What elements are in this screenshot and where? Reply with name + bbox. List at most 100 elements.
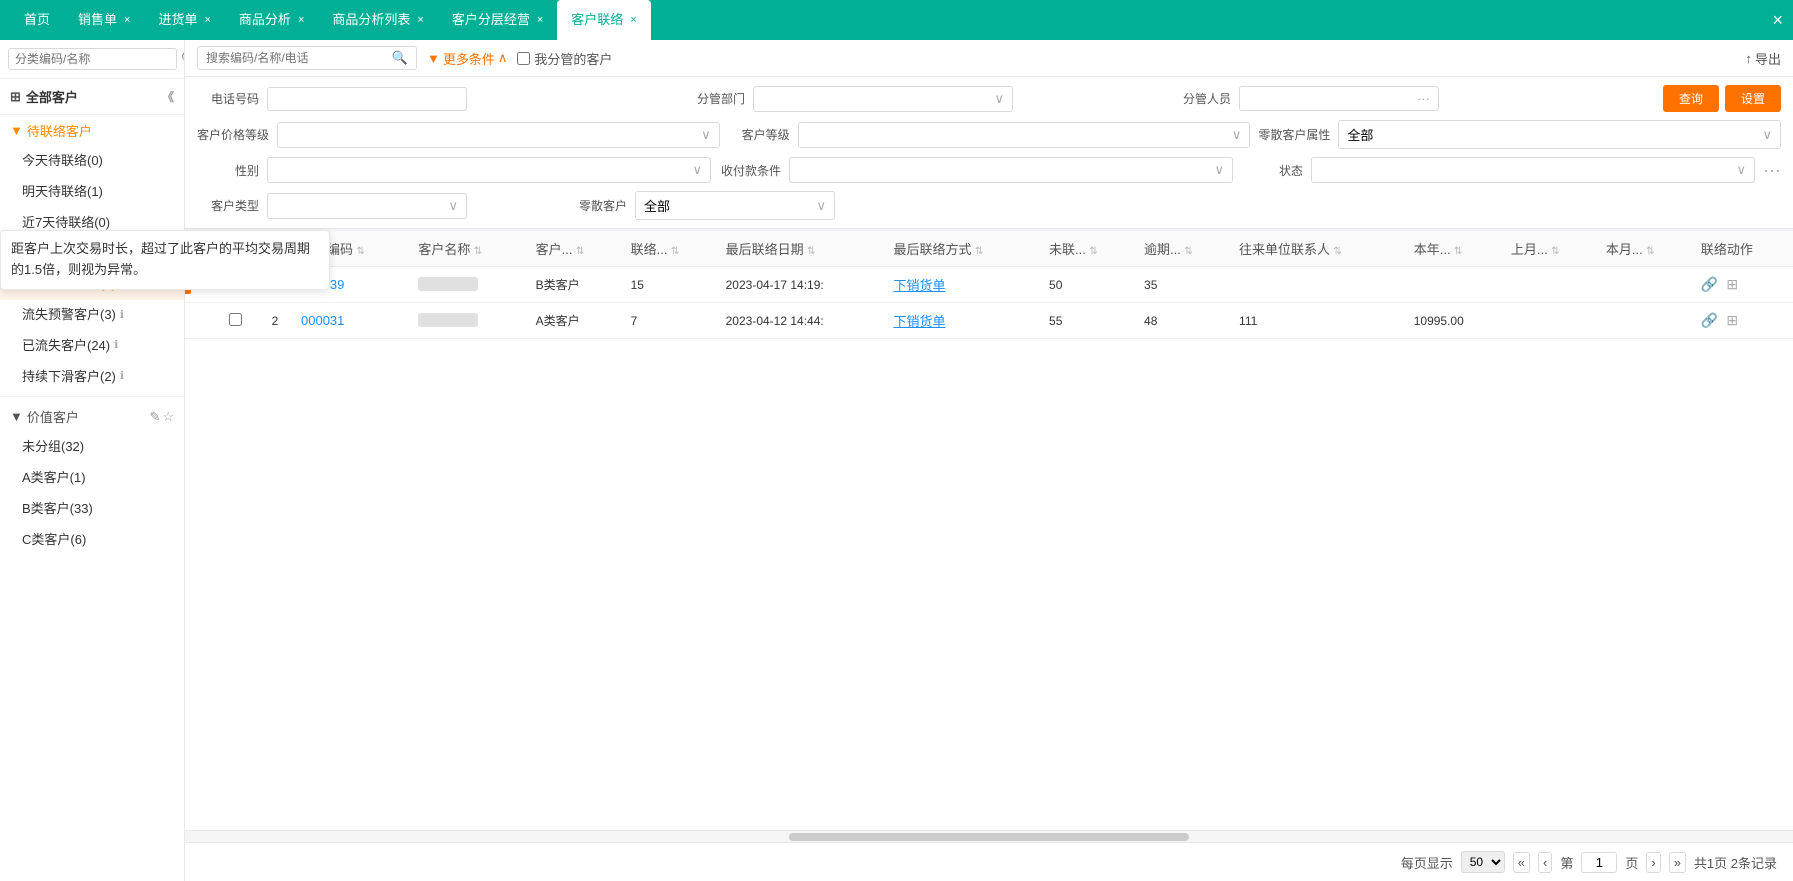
- nav-product-analysis[interactable]: 商品分析 ×: [225, 0, 318, 40]
- next-page-btn[interactable]: ›: [1646, 852, 1660, 873]
- row-name-1[interactable]: [410, 303, 527, 339]
- sort-date-icon[interactable]: ⇅: [807, 246, 815, 257]
- close-product-list-tab[interactable]: ×: [417, 0, 423, 40]
- phone-input[interactable]: [267, 87, 467, 111]
- retail-customer-arrow-icon: ∨: [816, 198, 826, 214]
- retail-customer-cell: 零散客户 全部 ∨: [565, 191, 865, 220]
- sidebar-item-a-class[interactable]: A类客户(1): [0, 463, 184, 494]
- last-page-btn[interactable]: »: [1669, 852, 1686, 873]
- sidebar-item-tomorrow[interactable]: 明天待联络(1): [0, 177, 184, 208]
- settings-btn[interactable]: 设置: [1725, 85, 1781, 112]
- nav-purchase[interactable]: 进货单 ×: [144, 0, 224, 40]
- more-conditions-arrow: ∧: [498, 50, 508, 66]
- row-checkbox-1[interactable]: [229, 313, 242, 326]
- query-btn[interactable]: 查询: [1663, 85, 1719, 112]
- action-link-icon-0[interactable]: 🔗: [1701, 276, 1718, 293]
- customer-type-select[interactable]: ∨: [267, 193, 467, 219]
- sort-overdue-icon[interactable]: ⇅: [1184, 246, 1192, 257]
- pending-contact-title[interactable]: ▼ 待联络客户: [0, 115, 184, 146]
- sort-tmonth-icon[interactable]: ⇅: [1646, 246, 1654, 257]
- customer-type-arrow-icon: ∨: [448, 198, 458, 214]
- sort-code-icon[interactable]: ⇅: [356, 246, 364, 257]
- close-customer-tier-tab[interactable]: ×: [537, 0, 543, 40]
- row-actions-0[interactable]: 🔗 ⊞: [1693, 267, 1793, 303]
- filter-row-4: 客户类型 ∨ 零散客户 全部 ∨: [197, 191, 1781, 220]
- first-page-btn[interactable]: «: [1513, 852, 1530, 873]
- gender-select[interactable]: ∨: [267, 157, 711, 183]
- retail-customer-select[interactable]: 全部 ∨: [635, 191, 835, 220]
- close-all-btn[interactable]: ×: [1772, 10, 1783, 31]
- row-settings-1[interactable]: [185, 303, 221, 339]
- sort-lmonth-icon[interactable]: ⇅: [1551, 246, 1559, 257]
- declining-info-icon[interactable]: ℹ: [120, 368, 124, 386]
- row-overdue-0: 35: [1136, 267, 1231, 303]
- row-last-method-1[interactable]: 下销货单: [885, 303, 1041, 339]
- row-actions-1[interactable]: 🔗 ⊞: [1693, 303, 1793, 339]
- nav-product-list[interactable]: 商品分析列表 ×: [318, 0, 437, 40]
- horizontal-scrollbar[interactable]: [185, 830, 1793, 842]
- value-customers-group[interactable]: ▼ 价值客户 ✎ ☆: [0, 401, 184, 432]
- payment-arrow-icon: ∨: [1214, 162, 1224, 178]
- more-icon[interactable]: ···: [1763, 160, 1781, 181]
- my-customers-checkbox[interactable]: [517, 52, 530, 65]
- close-product-analysis-tab[interactable]: ×: [298, 0, 304, 40]
- retail-attr-select[interactable]: 全部 ∨: [1338, 120, 1781, 149]
- sort-method-icon[interactable]: ⇅: [975, 246, 983, 257]
- sort-year-icon[interactable]: ⇅: [1454, 246, 1462, 257]
- value-group-edit-icon[interactable]: ✎: [149, 409, 160, 425]
- sort-grade-icon[interactable]: ⇅: [576, 246, 584, 257]
- row-last-month-0: [1503, 267, 1598, 303]
- close-purchase-tab[interactable]: ×: [204, 0, 210, 40]
- sidebar-item-unclassified[interactable]: 未分组(32): [0, 432, 184, 463]
- sort-unread-icon[interactable]: ⇅: [1089, 246, 1097, 257]
- nav-home[interactable]: 首页: [10, 0, 64, 40]
- sidebar-item-c-class[interactable]: C类客户(6): [0, 525, 184, 556]
- sidebar-item-today[interactable]: 今天待联络(0): [0, 146, 184, 177]
- status-select[interactable]: ∨: [1311, 157, 1755, 183]
- close-customer-contact-tab[interactable]: ×: [630, 0, 636, 40]
- sort-name-icon[interactable]: ⇅: [474, 246, 482, 257]
- scroll-thumb[interactable]: [789, 833, 1189, 841]
- filter-search-input[interactable]: [206, 51, 388, 65]
- top-nav: 首页 销售单 × 进货单 × 商品分析 × 商品分析列表 × 客户分层经营 × …: [0, 0, 1793, 40]
- action-grid-icon-0[interactable]: ⊞: [1726, 276, 1738, 293]
- branch-dept-select[interactable]: ∨: [753, 86, 1013, 112]
- row-grade-0: B类客户: [528, 267, 623, 303]
- action-link-icon-1[interactable]: 🔗: [1701, 312, 1718, 329]
- sidebar-item-already-lost[interactable]: 已流失客户(24) ℹ: [0, 331, 184, 362]
- my-customers-checkbox-area[interactable]: 我分管的客户: [517, 49, 612, 68]
- prev-page-btn[interactable]: ‹: [1538, 852, 1552, 873]
- already-lost-info-icon[interactable]: ℹ: [114, 337, 118, 355]
- close-sales-tab[interactable]: ×: [124, 0, 130, 40]
- sidebar-item-b-class[interactable]: B类客户(33): [0, 494, 184, 525]
- nav-customer-contact[interactable]: 客户联络 ×: [557, 0, 650, 40]
- branch-person-select[interactable]: ···: [1239, 86, 1439, 111]
- export-btn[interactable]: ↑ 导出: [1745, 49, 1781, 68]
- sort-contact-icon[interactable]: ⇅: [671, 246, 679, 257]
- row-last-method-0[interactable]: 下销货单: [885, 267, 1041, 303]
- sidebar-item-lost-warning[interactable]: 流失预警客户(3) ℹ: [0, 300, 184, 331]
- row-this-year-0: [1406, 267, 1503, 303]
- sidebar-item-declining[interactable]: 持续下滑客户(2) ℹ: [0, 362, 184, 393]
- page-number-input[interactable]: [1581, 852, 1617, 873]
- export-icon: ↑: [1745, 51, 1752, 66]
- sidebar-search-input[interactable]: [8, 48, 177, 70]
- sort-contacts-icon[interactable]: ⇅: [1333, 246, 1341, 257]
- nav-sales[interactable]: 销售单 ×: [64, 0, 144, 40]
- nav-customer-tier[interactable]: 客户分层经营 ×: [438, 0, 557, 40]
- row-name-0[interactable]: [410, 267, 527, 303]
- row-code-1[interactable]: 000031: [293, 303, 410, 339]
- payment-select[interactable]: ∨: [789, 157, 1233, 183]
- sidebar-collapse-btn[interactable]: 《: [162, 88, 174, 105]
- action-grid-icon-1[interactable]: ⊞: [1726, 312, 1738, 329]
- value-group-add-icon[interactable]: ☆: [162, 409, 174, 425]
- price-grade-select[interactable]: ∨: [277, 122, 720, 148]
- per-page-select[interactable]: 50: [1461, 851, 1505, 873]
- row-check-1[interactable]: [221, 303, 257, 339]
- more-conditions-btn[interactable]: ▼ 更多条件 ∧: [427, 49, 507, 68]
- lost-warning-info-icon[interactable]: ℹ: [120, 307, 124, 325]
- customer-grade-select[interactable]: ∨: [798, 122, 1251, 148]
- customer-grade-arrow-icon: ∨: [1232, 127, 1242, 143]
- row-this-year-1: 10995.00: [1406, 303, 1503, 339]
- filter-search-icon[interactable]: 🔍: [392, 50, 408, 66]
